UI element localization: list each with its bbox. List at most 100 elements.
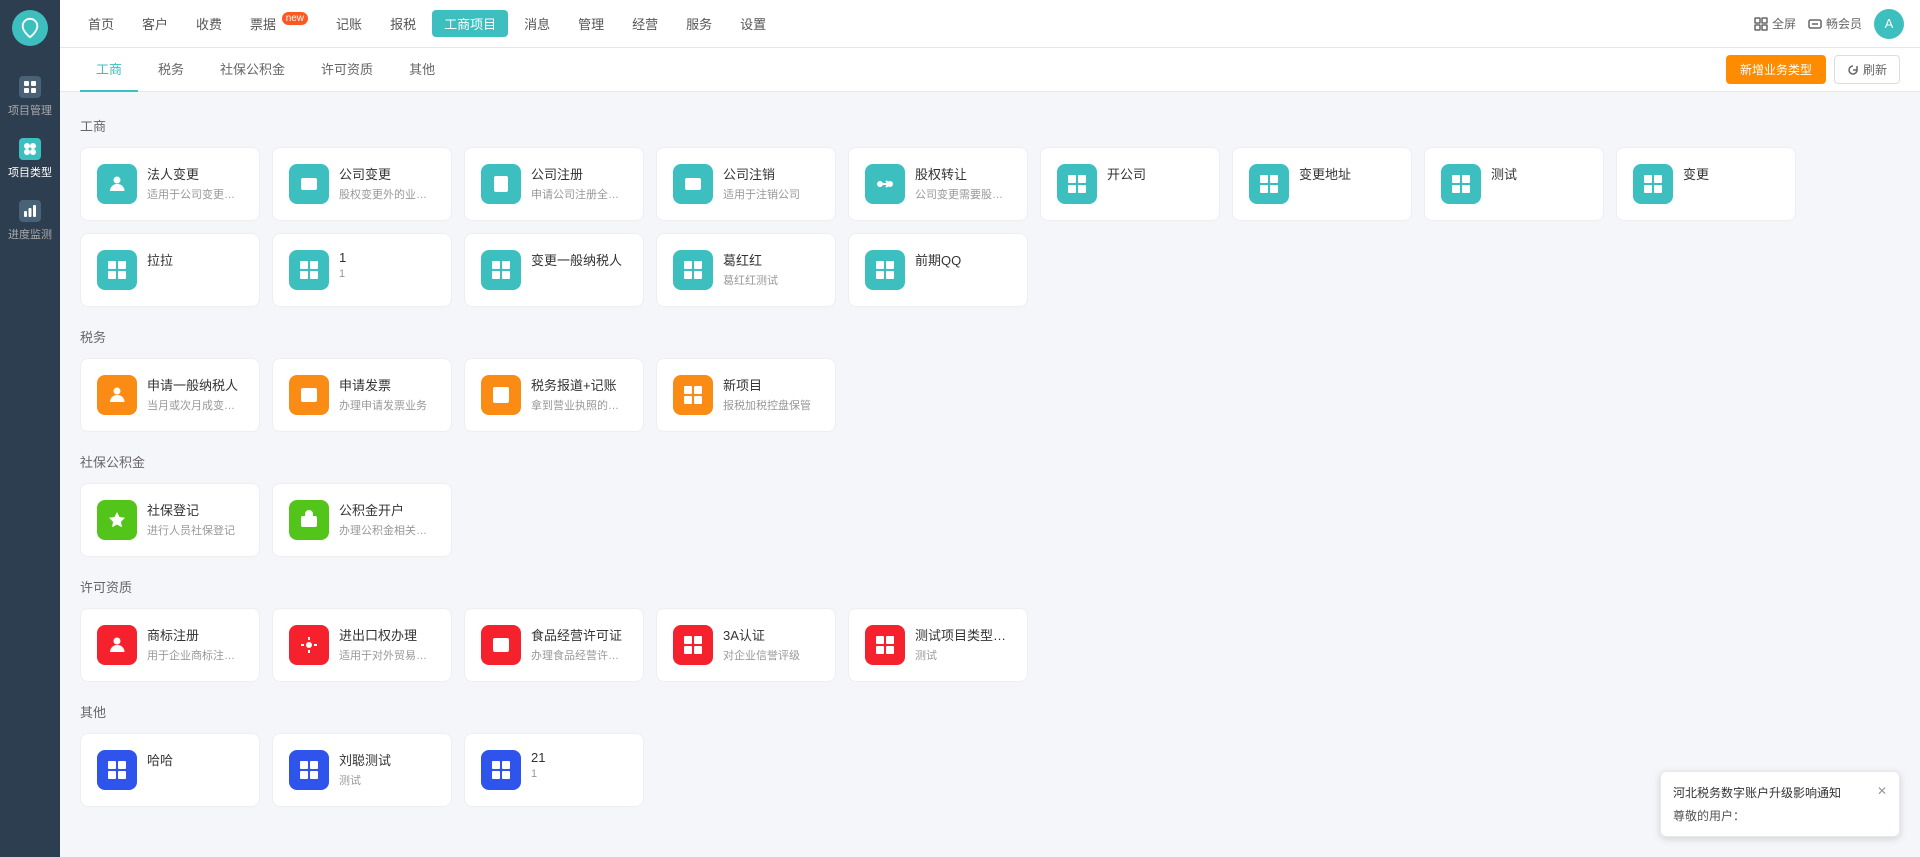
nav-message[interactable]: 消息 <box>512 10 562 37</box>
card-desc: 1 <box>339 268 435 280</box>
card-icon <box>289 250 329 290</box>
nav-service[interactable]: 服务 <box>674 10 724 37</box>
card-text: 食品经营许可证 办理食品经营许可证 <box>531 625 627 663</box>
card-import-export[interactable]: 进出口权办理 适用于对外贸易经营者 <box>272 608 452 682</box>
sidebar-item-project-type[interactable]: 项目类型 <box>0 128 60 190</box>
card-icon <box>481 625 521 665</box>
card-text: 公司注册 申请公司注册全流程 <box>531 164 627 202</box>
card-one[interactable]: 1 1 <box>272 233 452 307</box>
card-new-project[interactable]: 新项目 报税加税控盘保管 <box>656 358 836 432</box>
card-open-company[interactable]: 开公司 <box>1040 147 1220 221</box>
fullscreen-btn[interactable]: 全屏 <box>1754 15 1796 32</box>
card-desc: 适用于对外贸易经营者 <box>339 647 435 663</box>
nav-tax[interactable]: 报税 <box>378 10 428 37</box>
card-tax-report-accounting[interactable]: 税务报道+记账 拿到营业执照的新公司 <box>464 358 644 432</box>
nav-home[interactable]: 首页 <box>76 10 126 37</box>
top-nav-right: 全屏 畅会员 A <box>1754 9 1904 39</box>
card-fund-open[interactable]: 公积金开户 办理公积金相关业务 <box>272 483 452 557</box>
toast-title: 河北税务数字账户升级影响通知 <box>1673 784 1841 801</box>
card-icon <box>289 375 329 415</box>
sidebar-item-progress-monitor[interactable]: 进度监测 <box>0 190 60 252</box>
card-name: 测试 <box>1491 164 1587 183</box>
member-label: 畅会员 <box>1826 15 1862 32</box>
card-text: 21 1 <box>531 750 627 780</box>
cards-grid-industry: 法人变更 适用于公司变更法人 公司变更 股权变更外的业务变更 <box>80 147 1900 307</box>
card-apply-taxpayer[interactable]: 申请一般纳税人 当月或次月成变更完成 <box>80 358 260 432</box>
card-lala[interactable]: 拉拉 <box>80 233 260 307</box>
card-qianqi-qq[interactable]: 前期QQ <box>848 233 1028 307</box>
card-text: 开公司 <box>1107 164 1203 186</box>
card-name: 公积金开户 <box>339 500 435 519</box>
nav-manage[interactable]: 管理 <box>566 10 616 37</box>
card-twenty-one[interactable]: 21 1 <box>464 733 644 807</box>
card-company-register[interactable]: 公司注册 申请公司注册全流程 <box>464 147 644 221</box>
tab-other[interactable]: 其他 <box>393 48 451 92</box>
card-name: 社保登记 <box>147 500 243 519</box>
card-name: 测试项目类型目义 <box>915 625 1011 644</box>
member-btn[interactable]: 畅会员 <box>1808 15 1862 32</box>
card-ge-hong-hong[interactable]: 葛红红 葛红红测试 <box>656 233 836 307</box>
card-name: 公司变更 <box>339 164 435 183</box>
nav-operation[interactable]: 经营 <box>620 10 670 37</box>
tab-tax[interactable]: 税务 <box>142 48 200 92</box>
card-name: 公司注册 <box>531 164 627 183</box>
nav-billing[interactable]: 收费 <box>184 10 234 37</box>
card-name: 变更 <box>1683 164 1779 183</box>
card-haha[interactable]: 哈哈 <box>80 733 260 807</box>
card-name: 21 <box>531 750 627 765</box>
card-legal-change[interactable]: 法人变更 适用于公司变更法人 <box>80 147 260 221</box>
card-icon <box>289 500 329 540</box>
card-icon <box>289 750 329 790</box>
card-name: 拉拉 <box>147 250 243 269</box>
nav-client[interactable]: 客户 <box>130 10 180 37</box>
card-equity-transfer[interactable]: 股权转让 公司变更需要股权转让 <box>848 147 1028 221</box>
card-trademark-register[interactable]: 商标注册 用于企业商标注册服务 <box>80 608 260 682</box>
card-company-change[interactable]: 公司变更 股权变更外的业务变更 <box>272 147 452 221</box>
card-name: 申请发票 <box>339 375 435 394</box>
sidebar-item-label: 项目类型 <box>8 164 52 180</box>
card-icon <box>481 750 521 790</box>
card-company-cancel[interactable]: 公司注销 适用于注销公司 <box>656 147 836 221</box>
card-change[interactable]: 变更 <box>1616 147 1796 221</box>
card-test-project-type[interactable]: 测试项目类型目义 测试 <box>848 608 1028 682</box>
notification-toast: 河北税务数字账户升级影响通知 ✕ 尊敬的用户： <box>1660 771 1900 837</box>
new-business-type-button[interactable]: 新增业务类型 <box>1726 55 1826 84</box>
sidebar-logo[interactable] <box>12 10 48 46</box>
card-change-address[interactable]: 变更地址 <box>1232 147 1412 221</box>
sidebar-item-project-mgmt[interactable]: 项目管理 <box>0 66 60 128</box>
tab-permit[interactable]: 许可资质 <box>305 48 389 92</box>
card-name: 前期QQ <box>915 250 1011 269</box>
card-liu-cong-test[interactable]: 刘聪测试 测试 <box>272 733 452 807</box>
card-test[interactable]: 测试 <box>1424 147 1604 221</box>
card-name: 哈哈 <box>147 750 243 769</box>
card-social-register[interactable]: 社保登记 进行人员社保登记 <box>80 483 260 557</box>
card-text: 1 1 <box>339 250 435 280</box>
card-text: 哈哈 <box>147 750 243 772</box>
card-icon <box>289 625 329 665</box>
cards-grid-tax: 申请一般纳税人 当月或次月成变更完成 申请发票 办理申请发票业务 <box>80 358 1900 432</box>
card-text: 变更一般纳税人 <box>531 250 627 272</box>
card-change-taxpayer[interactable]: 变更一般纳税人 <box>464 233 644 307</box>
tab-social[interactable]: 社保公积金 <box>204 48 301 92</box>
tab-industry[interactable]: 工商 <box>80 48 138 92</box>
card-food-permit[interactable]: 食品经营许可证 办理食品经营许可证 <box>464 608 644 682</box>
card-3a-cert[interactable]: 3A认证 对企业信誉评级 <box>656 608 836 682</box>
card-desc: 办理食品经营许可证 <box>531 647 627 663</box>
card-icon <box>97 500 137 540</box>
refresh-button[interactable]: 刷新 <box>1834 55 1900 84</box>
fullscreen-label: 全屏 <box>1772 15 1796 32</box>
page-content: 工商 税务 社保公积金 许可资质 其他 新增业务类型 刷新 <box>60 48 1920 857</box>
nav-accounting[interactable]: 记账 <box>324 10 374 37</box>
nav-industry[interactable]: 工商项目 <box>432 10 508 37</box>
card-apply-invoice[interactable]: 申请发票 办理申请发票业务 <box>272 358 452 432</box>
card-name: 申请一般纳税人 <box>147 375 243 394</box>
card-name: 开公司 <box>1107 164 1203 183</box>
avatar[interactable]: A <box>1874 9 1904 39</box>
toast-close-button[interactable]: ✕ <box>1877 784 1887 801</box>
card-text: 进出口权办理 适用于对外贸易经营者 <box>339 625 435 663</box>
toast-header: 河北税务数字账户升级影响通知 ✕ <box>1673 784 1887 801</box>
nav-settings[interactable]: 设置 <box>728 10 778 37</box>
card-text: 测试项目类型目义 测试 <box>915 625 1011 663</box>
nav-tickets[interactable]: 票据 new <box>238 10 320 37</box>
scroll-content: 工商 法人变更 适用于公司变更法人 <box>60 92 1920 843</box>
